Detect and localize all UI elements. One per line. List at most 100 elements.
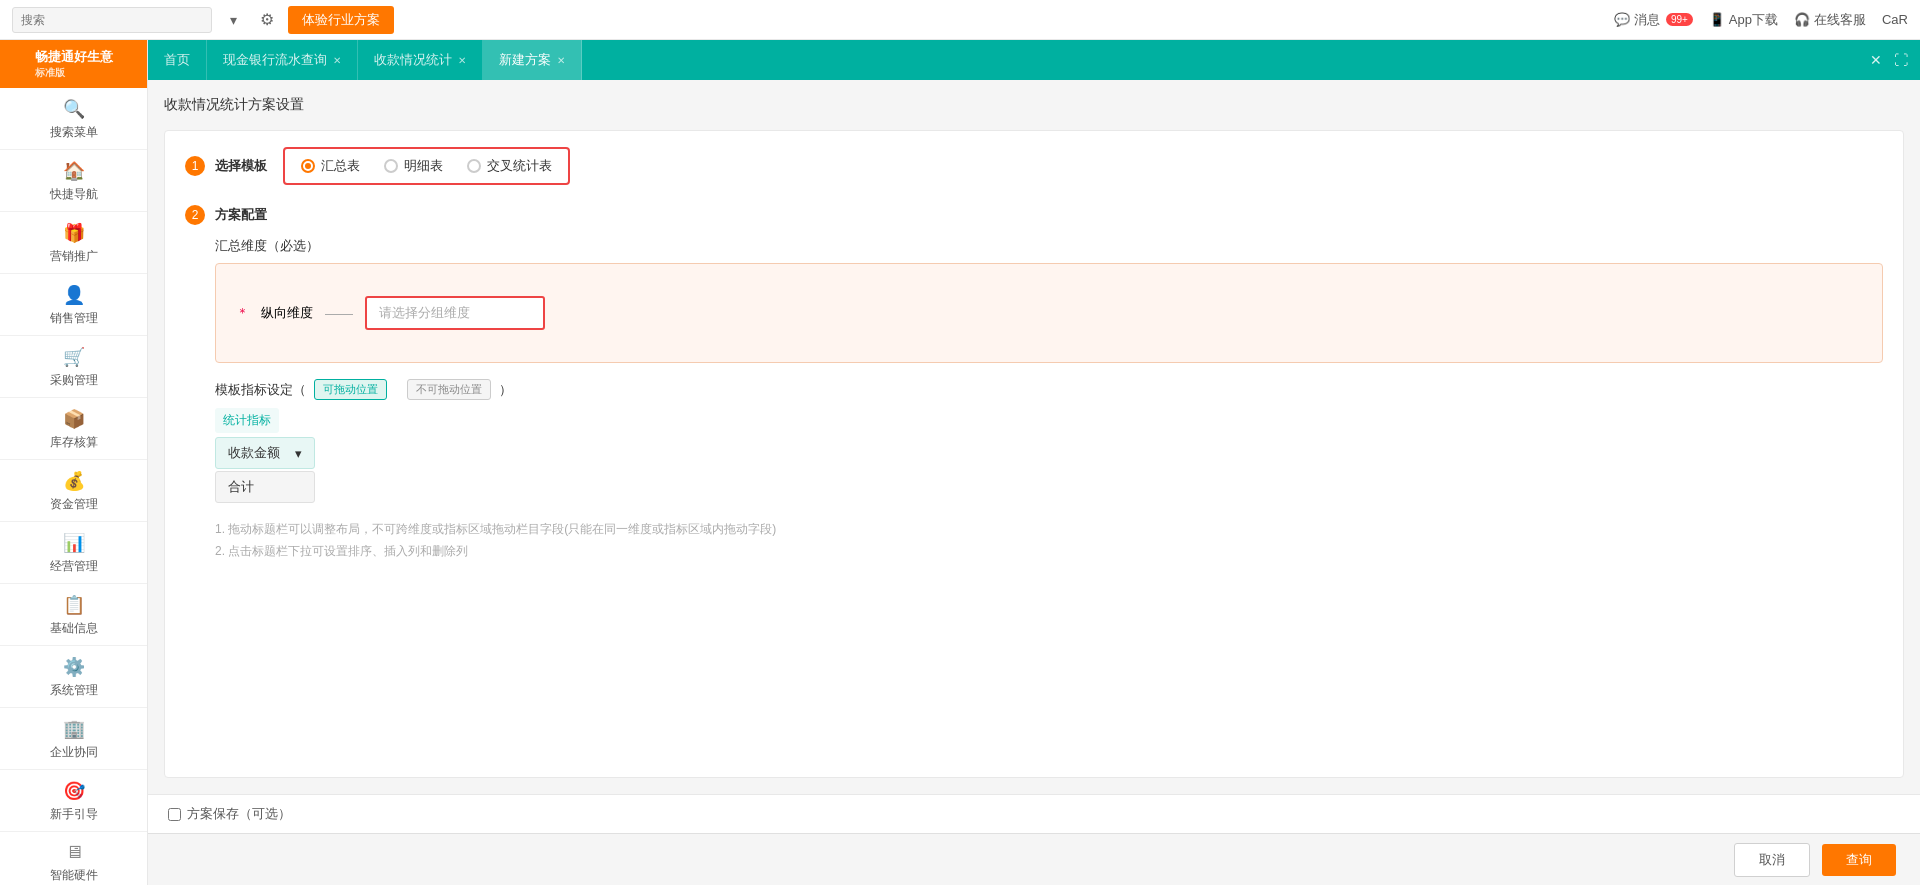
sidebar-label-enterprise: 企业协同 — [50, 744, 98, 761]
message-icon: 💬 — [1614, 12, 1630, 27]
step2-header: 2 方案配置 — [185, 205, 1883, 225]
sidebar-label-capital: 资金管理 — [50, 496, 98, 513]
dim-arrow-icon: —— — [325, 305, 353, 321]
tag-fixed: 不可拖动位置 — [407, 379, 491, 400]
dim-vertical-label: 纵向维度 — [261, 304, 313, 322]
dimension-area: ＊ 纵向维度 —— 请选择分组维度 — [215, 263, 1883, 363]
dropdown-icon: ▾ — [295, 446, 302, 461]
sidebar-label-search: 搜索菜单 — [50, 124, 98, 141]
sidebar-item-search[interactable]: 🔍 搜索菜单 — [0, 88, 147, 150]
settings-card: 1 选择模板 汇总表 明细表 交叉统计表 — [164, 130, 1904, 778]
tab-close-btn[interactable]: ✕ — [1866, 48, 1886, 72]
tab-newplan-close[interactable]: ✕ — [557, 55, 565, 66]
user-icon: 👤 — [63, 284, 85, 306]
tab-newplan[interactable]: 新建方案 ✕ — [483, 40, 582, 80]
tab-stats-close[interactable]: ✕ — [458, 55, 466, 66]
gear-icon: ⚙️ — [63, 656, 85, 678]
sidebar-label-marketing: 营销推广 — [50, 248, 98, 265]
radio-detail-dot — [384, 159, 398, 173]
dimension-wrapper: 汇总维度（必选） ＊ 纵向维度 —— 请选择分组维度 — [215, 237, 1883, 562]
tab-stats[interactable]: 收款情况统计 ✕ — [358, 40, 483, 80]
hint-1: 1. 拖动标题栏可以调整布局，不可跨维度或指标区域拖动栏目字段(只能在同一维度或… — [215, 519, 1883, 541]
sidebar-item-guide[interactable]: 🎯 新手引导 — [0, 770, 147, 832]
page-title: 收款情况统计方案设置 — [164, 96, 1904, 114]
radio-cross[interactable]: 交叉统计表 — [467, 157, 552, 175]
sidebar-label-basic: 基础信息 — [50, 620, 98, 637]
radio-cross-dot — [467, 159, 481, 173]
dimension-title: 汇总维度（必选） — [215, 237, 1883, 255]
sidebar-item-nav[interactable]: 🏠 快捷导航 — [0, 150, 147, 212]
sidebar-item-marketing[interactable]: 🎁 营销推广 — [0, 212, 147, 274]
topbar-gear-btn[interactable]: ⚙ — [254, 7, 280, 33]
topbar-dropdown-btn[interactable]: ▾ — [220, 7, 246, 33]
tab-bar: 首页 现金银行流水查询 ✕ 收款情况统计 ✕ 新建方案 ✕ ✕ ⛶ — [148, 40, 1920, 80]
cancel-button[interactable]: 取消 — [1734, 843, 1810, 877]
dim-select-box[interactable]: 请选择分组维度 — [365, 296, 545, 330]
sidebar-label-inventory: 库存核算 — [50, 434, 98, 451]
template-options: 汇总表 明细表 交叉统计表 — [283, 147, 570, 185]
download-item[interactable]: 📱 App下载 — [1709, 11, 1778, 29]
tab-bank[interactable]: 现金银行流水查询 ✕ — [207, 40, 358, 80]
box-icon: 📦 — [63, 408, 85, 430]
sidebar-item-system[interactable]: ⚙️ 系统管理 — [0, 646, 147, 708]
sidebar-item-inventory[interactable]: 📦 库存核算 — [0, 398, 147, 460]
tab-bank-close[interactable]: ✕ — [333, 55, 341, 66]
sidebar-label-purchase: 采购管理 — [50, 372, 98, 389]
tag-draggable: 可拖动位置 — [314, 379, 387, 400]
service-item[interactable]: 🎧 在线客服 — [1794, 11, 1866, 29]
content-area: 首页 现金银行流水查询 ✕ 收款情况统计 ✕ 新建方案 ✕ ✕ ⛶ 收款情况统计… — [148, 40, 1920, 885]
sidebar-label-hardware: 智能硬件 — [50, 867, 98, 884]
tab-bank-label: 现金银行流水查询 — [223, 51, 327, 69]
service-label: 在线客服 — [1814, 11, 1866, 29]
search-input[interactable] — [12, 7, 212, 33]
sidebar-label-management: 经营管理 — [50, 558, 98, 575]
radio-summary[interactable]: 汇总表 — [301, 157, 360, 175]
monitor-icon: 🖥 — [65, 842, 83, 863]
trial-button[interactable]: 体验行业方案 — [288, 6, 394, 34]
sidebar-label-guide: 新手引导 — [50, 806, 98, 823]
sidebar-label-system: 系统管理 — [50, 682, 98, 699]
gift-icon: 🎁 — [63, 222, 85, 244]
save-checkbox[interactable] — [168, 808, 181, 821]
sidebar-item-sales[interactable]: 👤 销售管理 — [0, 274, 147, 336]
search-icon: 🔍 — [63, 98, 85, 120]
user-display: CaR — [1882, 12, 1908, 27]
target-icon: 🎯 — [63, 780, 85, 802]
user-item[interactable]: CaR — [1882, 12, 1908, 27]
stats-cell-amount[interactable]: 收款金额 ▾ — [215, 437, 315, 469]
dimension-title-text: 汇总维度（必选） — [215, 238, 319, 253]
main-layout: 畅捷通好生意 标准版 🔍 搜索菜单 🏠 快捷导航 🎁 营销推广 👤 销售管理 🛒… — [0, 40, 1920, 885]
logo-sub: 标准版 — [35, 66, 113, 80]
step1-label: 选择模板 — [215, 157, 267, 175]
step2-section: 2 方案配置 汇总维度（必选） ＊ 纵向维度 —— — [185, 205, 1883, 562]
tab-expand-btn[interactable]: ⛶ — [1890, 48, 1912, 72]
radio-summary-label: 汇总表 — [321, 157, 360, 175]
topbar-right: 💬 消息 99+ 📱 App下载 🎧 在线客服 CaR — [1614, 11, 1908, 29]
dim-select-placeholder: 请选择分组维度 — [379, 305, 470, 320]
sidebar-item-purchase[interactable]: 🛒 采购管理 — [0, 336, 147, 398]
dim-row: ＊ 纵向维度 —— 请选择分组维度 — [236, 296, 545, 330]
radio-detail[interactable]: 明细表 — [384, 157, 443, 175]
sidebar-item-enterprise[interactable]: 🏢 企业协同 — [0, 708, 147, 770]
metrics-title: 模板指标设定（ — [215, 381, 306, 399]
save-label: 方案保存（可选） — [187, 805, 291, 823]
sidebar-item-capital[interactable]: 💰 资金管理 — [0, 460, 147, 522]
sidebar-item-hardware[interactable]: 🖥 智能硬件 — [0, 832, 147, 885]
sidebar-label-nav: 快捷导航 — [50, 186, 98, 203]
topbar-left: ▾ ⚙ 体验行业方案 — [12, 6, 394, 34]
radio-cross-label: 交叉统计表 — [487, 157, 552, 175]
query-button[interactable]: 查询 — [1822, 844, 1896, 876]
message-item[interactable]: 💬 消息 99+ — [1614, 11, 1693, 29]
metrics-config: 模板指标设定（ 可拖动位置 不可拖动位置 ） 统计指标 收款 — [215, 379, 1883, 503]
metrics-sep — [395, 382, 399, 397]
hint-2: 2. 点击标题栏下拉可设置排序、插入列和删除列 — [215, 541, 1883, 563]
metrics-header: 模板指标设定（ 可拖动位置 不可拖动位置 ） — [215, 379, 1883, 400]
dim-required-mark: ＊ — [236, 304, 249, 322]
sidebar-logo: 畅捷通好生意 标准版 — [0, 40, 147, 88]
step1-number: 1 — [185, 156, 205, 176]
sidebar-item-management[interactable]: 📊 经营管理 — [0, 522, 147, 584]
tab-home[interactable]: 首页 — [148, 40, 207, 80]
stats-category-label: 统计指标 — [215, 408, 279, 433]
sidebar-item-basic[interactable]: 📋 基础信息 — [0, 584, 147, 646]
sidebar-label-sales: 销售管理 — [50, 310, 98, 327]
